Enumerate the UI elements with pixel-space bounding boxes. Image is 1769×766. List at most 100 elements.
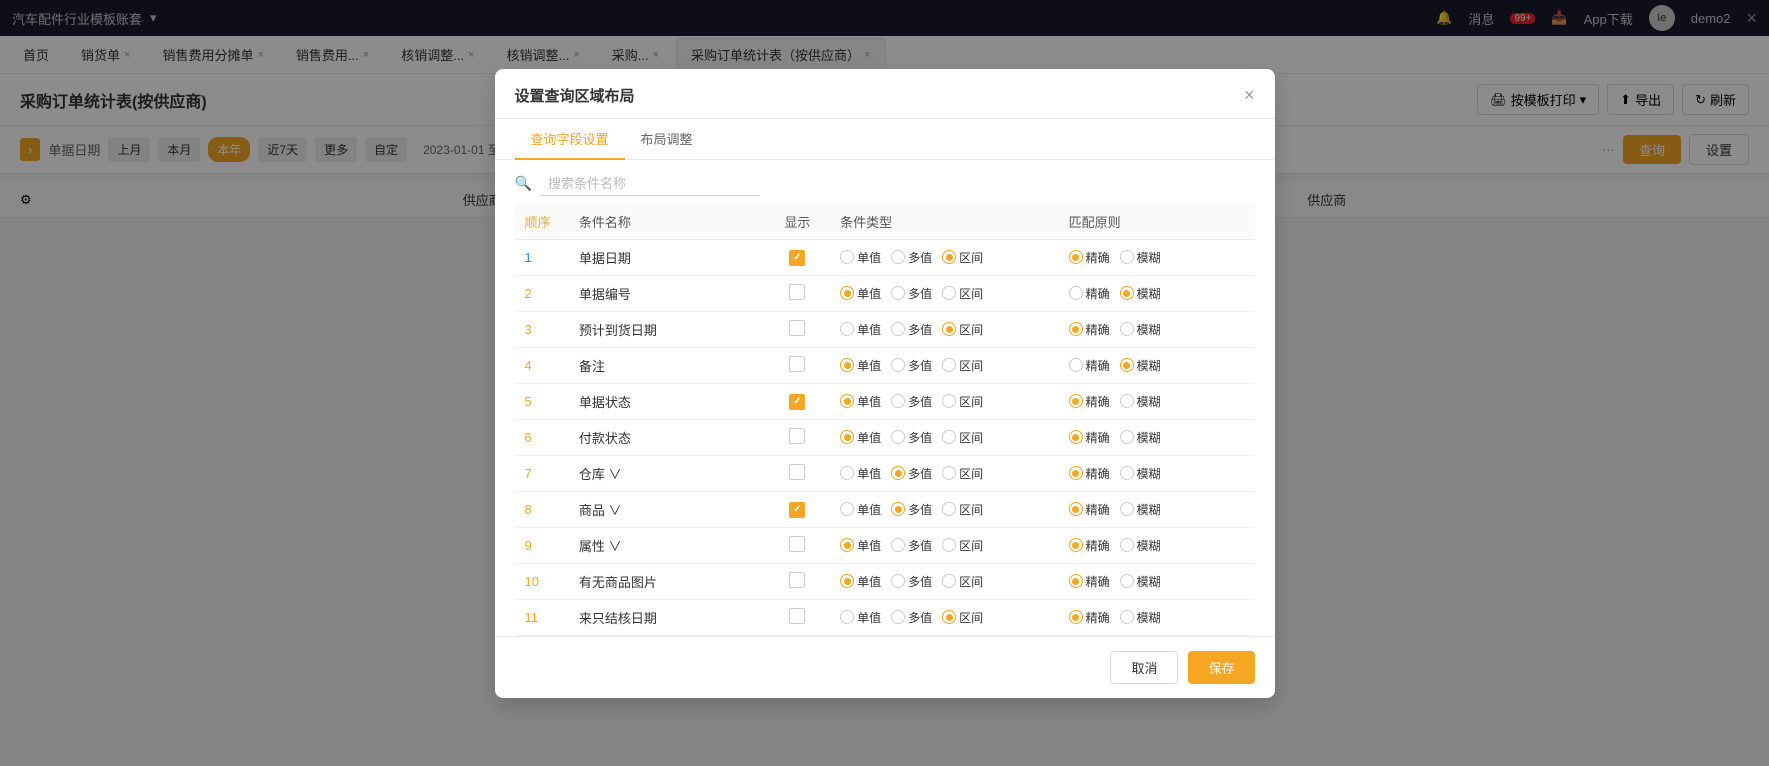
match-radio-精确-5[interactable] [1069, 430, 1083, 444]
modal-close-button[interactable]: × [1244, 86, 1255, 104]
type-option-区间-9[interactable]: 区间 [942, 573, 983, 590]
match-radio-模糊-2[interactable] [1120, 322, 1134, 336]
row-display-1[interactable] [765, 275, 830, 311]
match-option-模糊-6[interactable]: 模糊 [1120, 465, 1161, 482]
match-option-模糊-5[interactable]: 模糊 [1120, 429, 1161, 446]
type-radio-单值-0[interactable] [840, 250, 854, 264]
match-radio-精确-1[interactable] [1069, 286, 1083, 300]
type-option-区间-3[interactable]: 区间 [942, 357, 983, 374]
row-display-3[interactable] [765, 347, 830, 383]
type-radio-区间-8[interactable] [942, 538, 956, 552]
match-radio-模糊-5[interactable] [1120, 430, 1134, 444]
type-radio-多值-10[interactable] [891, 610, 905, 624]
type-option-多值-4[interactable]: 多值 [891, 393, 932, 410]
match-radio-模糊-7[interactable] [1120, 502, 1134, 516]
match-option-精确-9[interactable]: 精确 [1069, 573, 1110, 590]
type-radio-区间-3[interactable] [942, 358, 956, 372]
type-radio-多值-4[interactable] [891, 394, 905, 408]
match-radio-精确-8[interactable] [1069, 538, 1083, 552]
match-radio-精确-3[interactable] [1069, 358, 1083, 372]
type-radio-单值-10[interactable] [840, 610, 854, 624]
type-option-多值-0[interactable]: 多值 [891, 249, 932, 266]
match-radio-精确-4[interactable] [1069, 394, 1083, 408]
type-radio-单值-9[interactable] [840, 574, 854, 588]
type-option-多值-9[interactable]: 多值 [891, 573, 932, 590]
type-radio-单值-6[interactable] [840, 466, 854, 480]
match-option-模糊-8[interactable]: 模糊 [1120, 537, 1161, 554]
match-option-模糊-4[interactable]: 模糊 [1120, 393, 1161, 410]
search-input[interactable] [540, 172, 760, 196]
type-option-单值-5[interactable]: 单值 [840, 429, 881, 446]
type-radio-多值-7[interactable] [891, 502, 905, 516]
match-option-模糊-3[interactable]: 模糊 [1120, 357, 1161, 374]
type-option-区间-1[interactable]: 区间 [942, 285, 983, 302]
type-option-单值-4[interactable]: 单值 [840, 393, 881, 410]
type-option-区间-4[interactable]: 区间 [942, 393, 983, 410]
match-option-模糊-10[interactable]: 模糊 [1120, 609, 1161, 626]
type-option-区间-10[interactable]: 区间 [942, 609, 983, 626]
match-radio-精确-0[interactable] [1069, 250, 1083, 264]
row-display-7[interactable] [765, 491, 830, 527]
row-display-6[interactable] [765, 455, 830, 491]
match-option-模糊-2[interactable]: 模糊 [1120, 321, 1161, 338]
checkbox-6[interactable] [789, 464, 805, 480]
tab-layout-adjust[interactable]: 布局调整 [625, 119, 709, 160]
type-option-多值-2[interactable]: 多值 [891, 321, 932, 338]
type-radio-单值-1[interactable] [840, 286, 854, 300]
match-option-模糊-7[interactable]: 模糊 [1120, 501, 1161, 518]
match-radio-模糊-1[interactable] [1120, 286, 1134, 300]
type-option-区间-8[interactable]: 区间 [942, 537, 983, 554]
type-option-多值-7[interactable]: 多值 [891, 501, 932, 518]
type-option-单值-8[interactable]: 单值 [840, 537, 881, 554]
match-option-模糊-9[interactable]: 模糊 [1120, 573, 1161, 590]
type-radio-单值-8[interactable] [840, 538, 854, 552]
row-display-0[interactable] [765, 239, 830, 275]
type-radio-多值-6[interactable] [891, 466, 905, 480]
type-option-区间-6[interactable]: 区间 [942, 465, 983, 482]
type-radio-单值-7[interactable] [840, 502, 854, 516]
type-option-单值-1[interactable]: 单值 [840, 285, 881, 302]
match-option-精确-10[interactable]: 精确 [1069, 609, 1110, 626]
tab-query-fields[interactable]: 查询字段设置 [515, 119, 625, 160]
row-display-4[interactable] [765, 383, 830, 419]
match-option-模糊-0[interactable]: 模糊 [1120, 249, 1161, 266]
match-radio-模糊-10[interactable] [1120, 610, 1134, 624]
type-radio-区间-2[interactable] [942, 322, 956, 336]
type-option-单值-0[interactable]: 单值 [840, 249, 881, 266]
type-option-区间-2[interactable]: 区间 [942, 321, 983, 338]
checkbox-3[interactable] [789, 356, 805, 372]
type-radio-区间-5[interactable] [942, 430, 956, 444]
type-option-多值-3[interactable]: 多值 [891, 357, 932, 374]
type-radio-区间-1[interactable] [942, 286, 956, 300]
match-option-模糊-1[interactable]: 模糊 [1120, 285, 1161, 302]
match-radio-精确-7[interactable] [1069, 502, 1083, 516]
match-radio-模糊-9[interactable] [1120, 574, 1134, 588]
type-radio-多值-2[interactable] [891, 322, 905, 336]
row-display-8[interactable] [765, 527, 830, 563]
row-display-5[interactable] [765, 419, 830, 455]
type-radio-区间-4[interactable] [942, 394, 956, 408]
type-option-区间-0[interactable]: 区间 [942, 249, 983, 266]
match-radio-精确-9[interactable] [1069, 574, 1083, 588]
save-button[interactable]: 保存 [1188, 651, 1254, 684]
match-radio-模糊-4[interactable] [1120, 394, 1134, 408]
type-radio-多值-3[interactable] [891, 358, 905, 372]
checkbox-1[interactable] [789, 284, 805, 300]
checkbox-5[interactable] [789, 428, 805, 444]
type-radio-单值-3[interactable] [840, 358, 854, 372]
type-option-单值-9[interactable]: 单值 [840, 573, 881, 590]
match-radio-模糊-3[interactable] [1120, 358, 1134, 372]
type-radio-多值-8[interactable] [891, 538, 905, 552]
type-option-多值-5[interactable]: 多值 [891, 429, 932, 446]
type-option-单值-3[interactable]: 单值 [840, 357, 881, 374]
type-option-多值-1[interactable]: 多值 [891, 285, 932, 302]
type-radio-区间-9[interactable] [942, 574, 956, 588]
match-radio-精确-6[interactable] [1069, 466, 1083, 480]
type-option-区间-5[interactable]: 区间 [942, 429, 983, 446]
match-radio-模糊-6[interactable] [1120, 466, 1134, 480]
match-option-精确-3[interactable]: 精确 [1069, 357, 1110, 374]
type-option-多值-8[interactable]: 多值 [891, 537, 932, 554]
checkbox-0[interactable] [789, 250, 805, 266]
match-option-精确-7[interactable]: 精确 [1069, 501, 1110, 518]
type-radio-多值-1[interactable] [891, 286, 905, 300]
